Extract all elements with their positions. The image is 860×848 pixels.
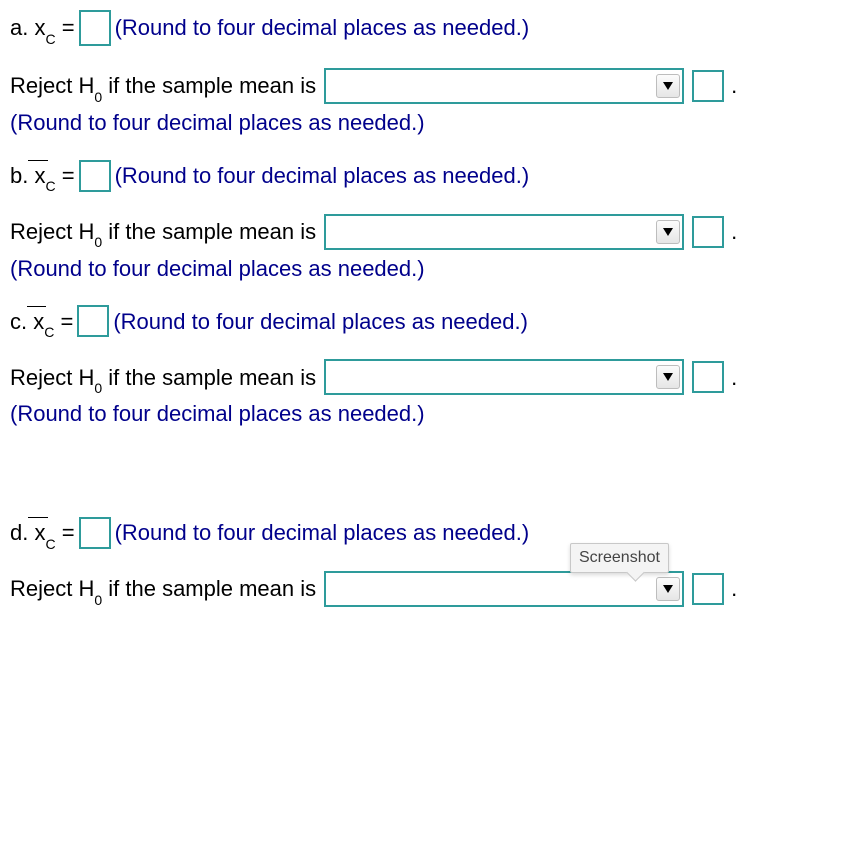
period: . bbox=[731, 574, 737, 604]
part-a-dropdown[interactable] bbox=[324, 68, 684, 104]
part-d-hint: (Round to four decimal places as needed.… bbox=[115, 518, 530, 548]
dropdown-arrow-icon bbox=[656, 365, 680, 389]
equals: = bbox=[54, 307, 73, 337]
reject-h0-text: Reject H0 if the sample mean is bbox=[10, 217, 316, 247]
part-d-xc-input[interactable] bbox=[79, 517, 111, 549]
part-a-hint: (Round to four decimal places as needed.… bbox=[115, 13, 530, 43]
xbar-symbol: xC bbox=[27, 307, 54, 337]
part-b-reject-row: Reject H0 if the sample mean is . bbox=[10, 214, 850, 250]
dropdown-arrow-icon bbox=[656, 220, 680, 244]
reject-h0-text: Reject H0 if the sample mean is bbox=[10, 71, 316, 101]
reject-h0-text: Reject H0 if the sample mean is bbox=[10, 574, 316, 604]
part-b-value-input[interactable] bbox=[692, 216, 724, 248]
part-d-reject-row: Reject H0 if the sample mean is . Screen… bbox=[10, 571, 850, 607]
part-b-reject-hint: (Round to four decimal places as needed.… bbox=[10, 254, 850, 284]
dropdown-arrow-icon bbox=[656, 577, 680, 601]
part-b-xc-row: b. xC = (Round to four decimal places as… bbox=[10, 160, 850, 192]
part-c-dropdown[interactable] bbox=[324, 359, 684, 395]
part-c-label: c. bbox=[10, 307, 27, 337]
part-c-hint: (Round to four decimal places as needed.… bbox=[113, 307, 528, 337]
part-b-xc-input[interactable] bbox=[79, 160, 111, 192]
equals: = bbox=[56, 161, 75, 191]
part-c-xc-input[interactable] bbox=[77, 305, 109, 337]
part-b-dropdown[interactable] bbox=[324, 214, 684, 250]
xbar-symbol: xC bbox=[28, 161, 55, 191]
part-d-xc-row: d. xC = (Round to four decimal places as… bbox=[10, 517, 850, 549]
xc-symbol: xC = bbox=[28, 13, 74, 43]
part-a-xc-row: a. xC = (Round to four decimal places as… bbox=[10, 10, 850, 46]
period: . bbox=[731, 363, 737, 393]
dropdown-arrow-icon bbox=[656, 74, 680, 98]
reject-h0-text: Reject H0 if the sample mean is bbox=[10, 363, 316, 393]
period: . bbox=[731, 71, 737, 101]
equals: = bbox=[56, 518, 75, 548]
part-d-label: d. bbox=[10, 518, 28, 548]
part-a-xc-input[interactable] bbox=[79, 10, 111, 46]
part-a-reject-hint: (Round to four decimal places as needed.… bbox=[10, 108, 850, 138]
part-c-value-input[interactable] bbox=[692, 361, 724, 393]
part-b-hint: (Round to four decimal places as needed.… bbox=[115, 161, 530, 191]
part-a-label: a. bbox=[10, 13, 28, 43]
part-d-value-input[interactable] bbox=[692, 573, 724, 605]
screenshot-tooltip: Screenshot bbox=[570, 543, 669, 573]
part-c-xc-row: c. xC = (Round to four decimal places as… bbox=[10, 305, 850, 337]
part-a-reject-row: Reject H0 if the sample mean is . bbox=[10, 68, 850, 104]
part-c-reject-hint: (Round to four decimal places as needed.… bbox=[10, 399, 850, 429]
tooltip-label: Screenshot bbox=[579, 549, 660, 566]
xbar-symbol: xC bbox=[28, 518, 55, 548]
part-c-reject-row: Reject H0 if the sample mean is . bbox=[10, 359, 850, 395]
period: . bbox=[731, 217, 737, 247]
part-b-label: b. bbox=[10, 161, 28, 191]
part-a-value-input[interactable] bbox=[692, 70, 724, 102]
